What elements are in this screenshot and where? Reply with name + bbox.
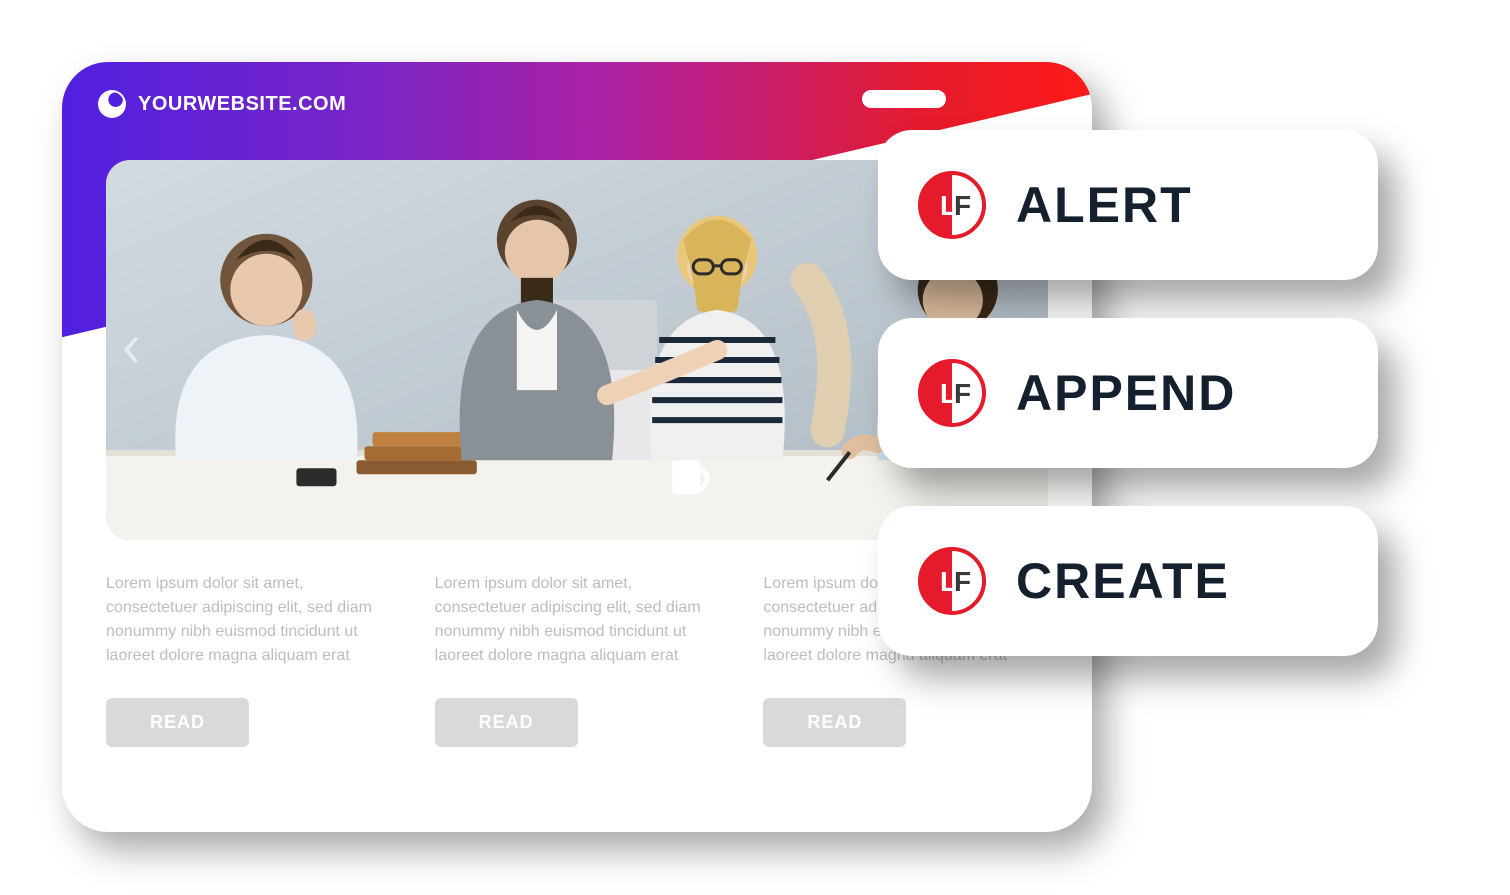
url-text: YOURWEBSITE.COM: [138, 93, 346, 116]
svg-text:F: F: [954, 378, 971, 409]
svg-text:F: F: [954, 566, 971, 597]
card-text: Lorem ipsum dolor sit amet, consectetuer…: [106, 572, 391, 668]
pill-label: CREATE: [1016, 552, 1230, 610]
lf-logo-icon: L F: [918, 171, 986, 239]
read-button[interactable]: READ: [106, 698, 249, 747]
read-button[interactable]: READ: [763, 698, 906, 747]
camera-notch: [862, 90, 946, 108]
pill-append[interactable]: L F APPEND: [878, 318, 1378, 468]
card-text: Lorem ipsum dolor sit amet, consectetuer…: [435, 572, 720, 668]
lf-logo-icon: L F: [918, 547, 986, 615]
card-2: Lorem ipsum dolor sit amet, consectetuer…: [435, 572, 720, 747]
lf-logo-icon: L F: [918, 359, 986, 427]
url-bar: YOURWEBSITE.COM: [98, 90, 346, 118]
svg-text:F: F: [954, 190, 971, 221]
carousel-prev-icon[interactable]: [118, 337, 144, 363]
pill-alert[interactable]: L F ALERT: [878, 130, 1378, 280]
globe-icon: [98, 90, 126, 118]
pill-label: ALERT: [1016, 176, 1193, 234]
pill-label: APPEND: [1016, 364, 1236, 422]
action-pills: L F ALERT L F APPEND L F CREATE: [878, 130, 1378, 656]
read-button[interactable]: READ: [435, 698, 578, 747]
card-1: Lorem ipsum dolor sit amet, consectetuer…: [106, 572, 391, 747]
pill-create[interactable]: L F CREATE: [878, 506, 1378, 656]
